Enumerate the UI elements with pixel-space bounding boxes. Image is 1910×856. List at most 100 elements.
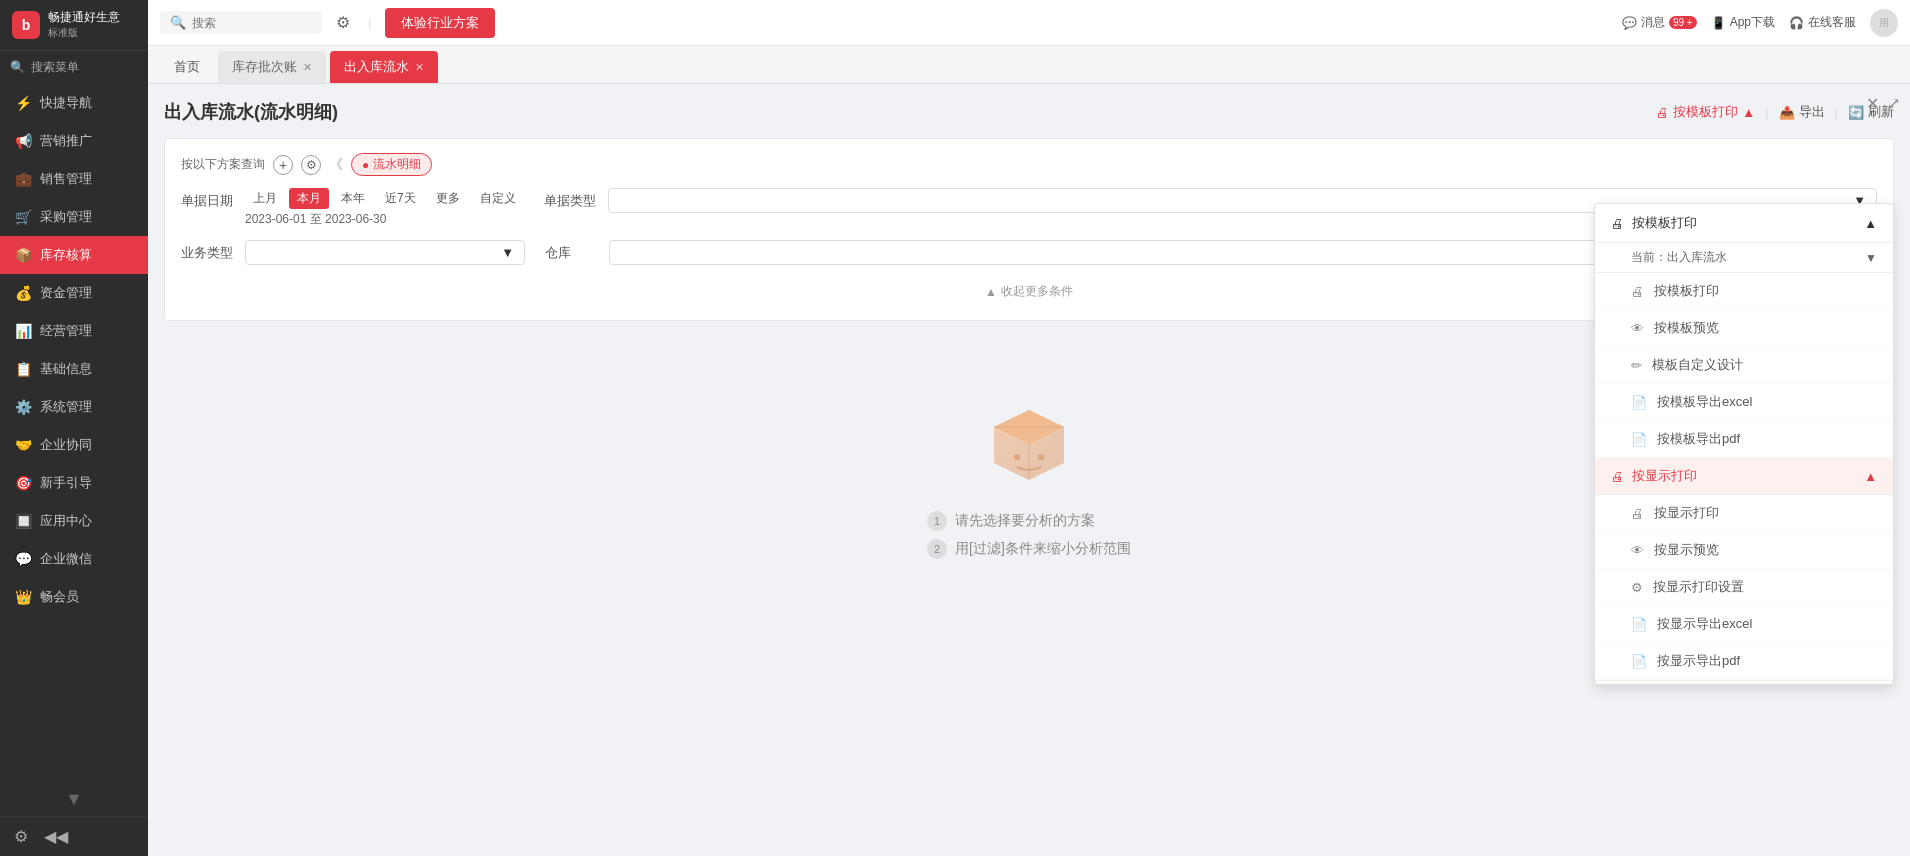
window-controls: ✕ ⤢ [1866, 94, 1900, 113]
display-print-header-icon: 🖨 [1611, 469, 1624, 484]
dp-display-pdf-icon: 📄 [1631, 654, 1647, 669]
dp-default-section[interactable]: ⭐ 设置默认功能 ▼ [1595, 680, 1893, 684]
collapse-sidebar-icon[interactable]: ◀◀ [44, 827, 68, 846]
current-arrow: ▼ [1865, 251, 1877, 265]
message-badge: 99 + [1669, 16, 1697, 29]
date-opt-current-month[interactable]: 本月 [289, 188, 329, 209]
sidebar-search[interactable]: 🔍 搜索菜单 [0, 51, 148, 84]
sidebar-item-marketing[interactable]: 📢 营销推广 [0, 122, 148, 160]
filter-add-button[interactable]: + [273, 155, 293, 175]
message-icon: 💬 [1622, 16, 1637, 30]
date-opt-current-year[interactable]: 本年 [333, 188, 373, 209]
message-button[interactable]: 💬 消息 99 + [1622, 14, 1697, 31]
dp-template-export-excel[interactable]: 📄 按模板导出excel [1595, 384, 1893, 421]
dp-display-export-excel[interactable]: 📄 按显示导出excel [1595, 606, 1893, 643]
dp-template-preview[interactable]: 👁 按模板预览 [1595, 310, 1893, 347]
business-type-select[interactable]: ▼ [245, 240, 525, 265]
dropdown-scroll: 🖨 按模板打印 ▲ 当前：出入库流水 ▼ 🖨 按模板打印 [1595, 204, 1893, 684]
sidebar-item-label: 系统管理 [40, 398, 92, 416]
print-dropdown-icon: ▲ [1742, 105, 1755, 120]
app-download-link[interactable]: 📱 App下载 [1711, 14, 1775, 31]
business-type-label: 业务类型 [181, 240, 237, 262]
search-label: 搜索菜单 [31, 59, 79, 76]
dp-display-export-pdf[interactable]: 📄 按显示导出pdf [1595, 643, 1893, 680]
svg-point-5 [1038, 454, 1044, 460]
display-print-section-header[interactable]: 🖨 按显示打印 ▲ [1595, 458, 1893, 495]
export-label: 导出 [1799, 103, 1825, 121]
print-dropdown-panel: 🖨 按模板打印 ▲ 当前：出入库流水 ▼ 🖨 按模板打印 [1594, 203, 1894, 685]
dp-display-print-icon: 🖨 [1631, 506, 1644, 521]
sidebar-scroll-down[interactable]: ▼ [65, 789, 83, 810]
app-download-icon: 📱 [1711, 16, 1726, 30]
sidebar-item-finance[interactable]: 💰 资金管理 [0, 274, 148, 312]
tab-inout-flow-close[interactable]: ✕ [415, 61, 424, 74]
app-name: 畅捷通好生意 [48, 10, 120, 26]
sidebar-item-wechat[interactable]: 💬 企业微信 [0, 540, 148, 578]
dp-template-export-pdf[interactable]: 📄 按模板导出pdf [1595, 421, 1893, 458]
sidebar-item-basic[interactable]: 📋 基础信息 [0, 350, 148, 388]
sidebar-item-inventory[interactable]: 📦 库存核算 [0, 236, 148, 274]
date-opt-custom[interactable]: 自定义 [472, 188, 524, 209]
header-search-input[interactable] [192, 16, 312, 30]
dp-template-preview-icon: 👁 [1631, 321, 1644, 336]
sidebar-item-system[interactable]: ⚙️ 系统管理 [0, 388, 148, 426]
template-print-label: 按模板打印 [1673, 103, 1738, 121]
empty-step-2: 2 用[过滤]条件来缩小分析范围 [927, 539, 1131, 559]
tab-inout-flow[interactable]: 出入库流水 ✕ [330, 51, 438, 83]
dp-display-print-settings[interactable]: ⚙ 按显示打印设置 [1595, 569, 1893, 606]
dp-display-preview-icon: 👁 [1631, 543, 1644, 558]
header-search-box[interactable]: 🔍 [160, 11, 322, 34]
sidebar-item-member[interactable]: 👑 畅会员 [0, 578, 148, 616]
header: 🔍 ⚙ | 体验行业方案 💬 消息 99 + 📱 App下载 🎧 在线客服 用 [148, 0, 1910, 46]
settings-icon[interactable]: ⚙ [14, 827, 28, 846]
operations-icon: 📊 [14, 323, 32, 339]
sidebar-item-app-center[interactable]: 🔲 应用中心 [0, 502, 148, 540]
dp-template-design[interactable]: ✏ 模板自定义设计 [1595, 347, 1893, 384]
sidebar-item-purchase[interactable]: 🛒 采购管理 [0, 198, 148, 236]
date-opt-more[interactable]: 更多 [428, 188, 468, 209]
dp-template-pdf-icon: 📄 [1631, 432, 1647, 447]
quick-nav-icon: ⚡ [14, 95, 32, 111]
tab-batch-ledger-close[interactable]: ✕ [303, 61, 312, 74]
filter-group-date: 单据日期 上月 本月 本年 近7天 更多 自定义 2023-06-01 至 20… [181, 188, 524, 228]
user-initials: 用 [1879, 16, 1889, 30]
template-print-section-header[interactable]: 🖨 按模板打印 ▲ [1595, 204, 1893, 243]
filter-collapse-icon[interactable]: 《 [329, 156, 343, 174]
sales-icon: 💼 [14, 171, 32, 187]
template-print-header-icon: 🖨 [1611, 216, 1624, 231]
tab-inout-flow-label: 出入库流水 [344, 58, 409, 76]
sidebar-item-operations[interactable]: 📊 经营管理 [0, 312, 148, 350]
purchase-icon: 🛒 [14, 209, 32, 225]
sidebar-item-label: 库存核算 [40, 246, 92, 264]
message-label: 消息 [1641, 14, 1665, 31]
sidebar-item-quick-nav[interactable]: ⚡ 快捷导航 [0, 84, 148, 122]
user-avatar[interactable]: 用 [1870, 9, 1898, 37]
doc-type-label: 单据类型 [544, 188, 600, 210]
expand-window-icon[interactable]: ⤢ [1887, 94, 1900, 113]
tab-batch-ledger-label: 库存批次账 [232, 58, 297, 76]
tab-home[interactable]: 首页 [160, 51, 214, 83]
dp-display-preview[interactable]: 👁 按显示预览 [1595, 532, 1893, 569]
export-icon: 📤 [1779, 105, 1795, 120]
filter-settings-button[interactable]: ⚙ [301, 155, 321, 175]
page-actions: 🖨 按模板打印 ▲ | 📤 导出 | 🔄 刷新 [1656, 103, 1894, 121]
date-opt-last-month[interactable]: 上月 [245, 188, 285, 209]
template-print-button[interactable]: 🖨 按模板打印 ▲ [1656, 103, 1755, 121]
sidebar-item-sales[interactable]: 💼 销售管理 [0, 160, 148, 198]
dp-display-print[interactable]: 🖨 按显示打印 [1595, 495, 1893, 532]
online-service-link[interactable]: 🎧 在线客服 [1789, 14, 1856, 31]
empty-steps-list: 1 请先选择要分析的方案 2 用[过滤]条件来缩小分析范围 [927, 511, 1131, 559]
sidebar-item-guide[interactable]: 🎯 新手引导 [0, 464, 148, 502]
filter-active-tag[interactable]: ● 流水明细 [351, 153, 432, 176]
date-opt-7days[interactable]: 近7天 [377, 188, 424, 209]
empty-state-icon [979, 395, 1079, 495]
dp-template-print[interactable]: 🖨 按模板打印 [1595, 273, 1893, 310]
sidebar-item-enterprise[interactable]: 🤝 企业协同 [0, 426, 148, 464]
close-window-icon[interactable]: ✕ [1866, 94, 1879, 113]
header-settings-icon[interactable]: ⚙ [332, 9, 354, 36]
export-button[interactable]: 📤 导出 [1779, 103, 1825, 121]
industry-solution-button[interactable]: 体验行业方案 [385, 8, 495, 38]
tab-batch-ledger[interactable]: 库存批次账 ✕ [218, 51, 326, 83]
filter-tag-icon: ● [362, 158, 369, 172]
basic-icon: 📋 [14, 361, 32, 377]
